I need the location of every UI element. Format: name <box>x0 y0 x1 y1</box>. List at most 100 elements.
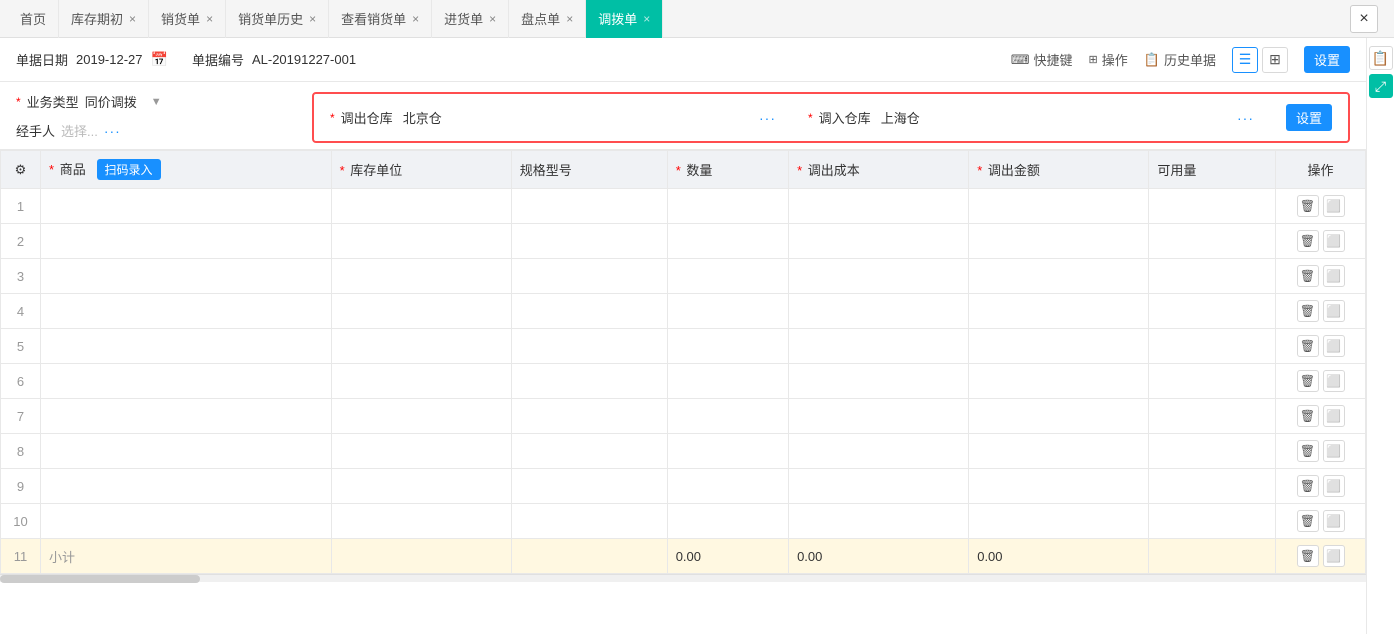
cell-available[interactable] <box>1149 399 1276 434</box>
cell-unit[interactable] <box>331 399 511 434</box>
delete-icon[interactable]: 🗑 <box>1297 195 1319 217</box>
tab-transfer[interactable]: 调拨单 × <box>586 0 663 38</box>
handler-placeholder[interactable]: 选择... <box>61 121 98 140</box>
cell-qty[interactable] <box>667 259 788 294</box>
copy-icon[interactable]: ⬜ <box>1323 405 1345 427</box>
cell-qty[interactable] <box>667 364 788 399</box>
cell-product[interactable] <box>41 469 332 504</box>
tab-inventory-init-close[interactable]: × <box>129 12 136 26</box>
cell-amount[interactable] <box>969 224 1149 259</box>
warehouse-settings-button[interactable]: 设置 <box>1286 104 1332 131</box>
handler-more-btn[interactable]: ··· <box>104 123 121 139</box>
cell-available[interactable] <box>1149 504 1276 539</box>
th-gear[interactable]: ⚙ <box>1 151 41 189</box>
cell-qty[interactable] <box>667 294 788 329</box>
cell-spec[interactable] <box>511 294 667 329</box>
cell-amount[interactable] <box>969 434 1149 469</box>
cell-unit[interactable] <box>331 259 511 294</box>
cell-available[interactable] <box>1149 224 1276 259</box>
cell-qty[interactable] <box>667 504 788 539</box>
cell-product[interactable] <box>41 224 332 259</box>
delete-icon[interactable]: 🗑 <box>1297 475 1319 497</box>
cell-amount[interactable] <box>969 259 1149 294</box>
tab-purchase-order[interactable]: 进货单 × <box>432 0 509 38</box>
delete-icon[interactable]: 🗑 <box>1297 265 1319 287</box>
copy-icon[interactable]: ⬜ <box>1323 510 1345 532</box>
cell-product[interactable] <box>41 399 332 434</box>
cell-cost[interactable] <box>789 434 969 469</box>
business-type-select[interactable]: 同价调拨 ▼ <box>85 92 245 111</box>
grid-view-btn[interactable]: ⊞ <box>1262 47 1288 73</box>
cell-qty[interactable] <box>667 189 788 224</box>
cell-available[interactable] <box>1149 329 1276 364</box>
cell-available[interactable] <box>1149 294 1276 329</box>
cell-product[interactable] <box>41 294 332 329</box>
tab-sales-order-close[interactable]: × <box>206 12 213 26</box>
window-close-button[interactable]: × <box>1350 5 1378 33</box>
copy-icon[interactable]: ⬜ <box>1323 475 1345 497</box>
cell-qty[interactable] <box>667 434 788 469</box>
shortcut-btn[interactable]: ⌨ 快捷键 <box>1011 50 1073 69</box>
copy-icon[interactable]: ⬜ <box>1323 300 1345 322</box>
copy-icon[interactable]: ⬜ <box>1323 230 1345 252</box>
cell-amount[interactable] <box>969 189 1149 224</box>
tab-stocktake-close[interactable]: × <box>566 12 573 26</box>
cell-product[interactable] <box>41 189 332 224</box>
cell-amount[interactable] <box>969 364 1149 399</box>
tab-sales-order[interactable]: 销货单 × <box>149 0 226 38</box>
cell-cost[interactable] <box>789 469 969 504</box>
cell-qty[interactable] <box>667 399 788 434</box>
cell-available[interactable] <box>1149 434 1276 469</box>
cell-cost[interactable] <box>789 504 969 539</box>
cell-available[interactable] <box>1149 259 1276 294</box>
copy-icon[interactable]: ⬜ <box>1323 265 1345 287</box>
cell-product[interactable] <box>41 329 332 364</box>
copy-icon[interactable]: ⬜ <box>1323 370 1345 392</box>
tab-inventory-init[interactable]: 库存期初 × <box>59 0 149 38</box>
sidebar-note-icon[interactable]: 📋 <box>1369 46 1393 70</box>
tab-home[interactable]: 首页 <box>8 0 59 38</box>
cell-product[interactable] <box>41 364 332 399</box>
cell-unit[interactable] <box>331 469 511 504</box>
cell-product[interactable] <box>41 434 332 469</box>
cell-spec[interactable] <box>511 469 667 504</box>
tab-transfer-close[interactable]: × <box>643 12 650 26</box>
cell-spec[interactable] <box>511 504 667 539</box>
cell-cost[interactable] <box>789 364 969 399</box>
cell-cost[interactable] <box>789 189 969 224</box>
delete-icon[interactable]: 🗑 <box>1297 405 1319 427</box>
cell-unit[interactable] <box>331 364 511 399</box>
list-view-btn[interactable]: ☰ <box>1232 47 1258 73</box>
cell-unit[interactable] <box>331 294 511 329</box>
cell-unit[interactable] <box>331 434 511 469</box>
cell-product[interactable] <box>41 259 332 294</box>
cell-unit[interactable] <box>331 329 511 364</box>
delete-icon[interactable]: 🗑 <box>1297 300 1319 322</box>
scroll-bar-thumb[interactable] <box>0 575 200 583</box>
cell-cost[interactable] <box>789 224 969 259</box>
cell-available[interactable] <box>1149 469 1276 504</box>
cell-spec[interactable] <box>511 434 667 469</box>
cell-available[interactable] <box>1149 364 1276 399</box>
cell-amount[interactable] <box>969 294 1149 329</box>
scan-btn[interactable]: 扫码录入 <box>97 159 161 180</box>
tab-view-sales-close[interactable]: × <box>412 12 419 26</box>
cell-spec[interactable] <box>511 329 667 364</box>
delete-icon[interactable]: 🗑 <box>1297 440 1319 462</box>
copy-icon[interactable]: ⬜ <box>1323 545 1345 567</box>
cell-product[interactable] <box>41 504 332 539</box>
delete-icon[interactable]: 🗑 <box>1297 230 1319 252</box>
cell-qty[interactable] <box>667 469 788 504</box>
cell-available[interactable] <box>1149 189 1276 224</box>
cell-cost[interactable] <box>789 294 969 329</box>
cell-qty[interactable] <box>667 329 788 364</box>
scroll-bar-area[interactable] <box>0 574 1366 582</box>
tab-sales-history[interactable]: 销货单历史 × <box>226 0 329 38</box>
cell-qty[interactable] <box>667 224 788 259</box>
tab-purchase-order-close[interactable]: × <box>489 12 496 26</box>
settings-button[interactable]: 设置 <box>1304 46 1350 73</box>
delete-icon[interactable]: 🗑 <box>1297 335 1319 357</box>
cell-unit[interactable] <box>331 504 511 539</box>
calendar-icon[interactable]: 📅 <box>151 51 168 68</box>
cell-amount[interactable] <box>969 469 1149 504</box>
